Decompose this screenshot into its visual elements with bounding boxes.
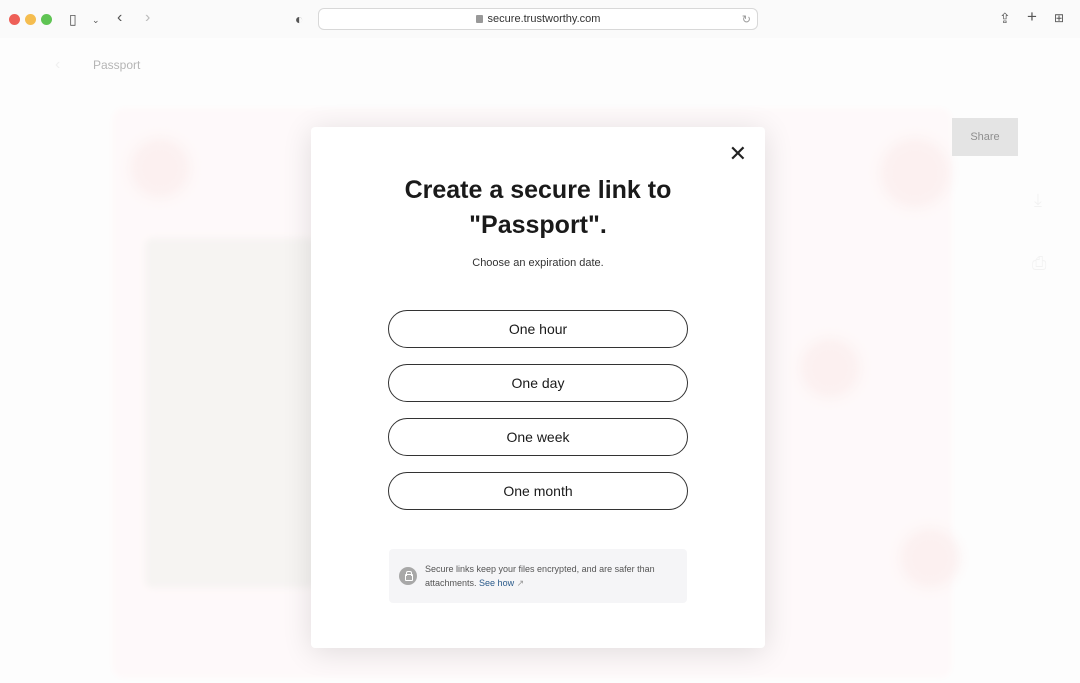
forward-icon[interactable]: › xyxy=(145,10,150,26)
dialog-title: Create a secure link to "Passport". xyxy=(404,176,672,239)
option-one-week-button[interactable]: One week xyxy=(388,418,688,456)
reload-icon[interactable]: ↻ xyxy=(742,13,751,26)
secure-link-dialog: ✕ Create a secure link to "Passport". Ch… xyxy=(311,127,765,648)
tab-overview-icon[interactable]: ⊞ xyxy=(1054,11,1064,25)
chevron-down-icon[interactable]: ⌄ xyxy=(92,13,100,27)
window-close-button[interactable] xyxy=(9,14,20,25)
close-icon[interactable]: ✕ xyxy=(729,143,747,165)
breadcrumb: Passport xyxy=(93,58,141,72)
external-link-icon: ↗ xyxy=(516,578,525,588)
lock-icon xyxy=(475,15,483,23)
share-icon[interactable]: ⇪ xyxy=(999,11,1011,25)
shield-icon[interactable]: ◐ xyxy=(295,12,303,26)
dialog-subtitle: Choose an expiration date. xyxy=(472,257,604,269)
option-one-month-button[interactable]: One month xyxy=(388,472,688,510)
address-bar[interactable]: secure.trustworthy.com ↻ xyxy=(318,8,758,30)
window-zoom-button[interactable] xyxy=(41,14,52,25)
see-how-link[interactable]: See how xyxy=(479,578,514,588)
security-note: Secure links keep your files encrypted, … xyxy=(389,549,687,603)
lock-icon xyxy=(399,567,417,585)
sidebar-icon[interactable]: ▯ xyxy=(69,12,77,26)
url-text: secure.trustworthy.com xyxy=(487,13,601,25)
option-one-day-button[interactable]: One day xyxy=(388,364,688,402)
window-minimize-button[interactable] xyxy=(25,14,36,25)
share-tooltip: Share xyxy=(952,118,1018,156)
back-icon[interactable]: ‹ xyxy=(117,10,122,26)
new-tab-icon[interactable]: + xyxy=(1027,8,1037,25)
option-one-hour-button[interactable]: One hour xyxy=(388,310,688,348)
note-text: Secure links keep your files encrypted, … xyxy=(425,564,655,588)
browser-toolbar: ▯ ⌄ ‹ › ◐ secure.trustworthy.com ↻ ⇪ + ⊞ xyxy=(0,0,1080,38)
